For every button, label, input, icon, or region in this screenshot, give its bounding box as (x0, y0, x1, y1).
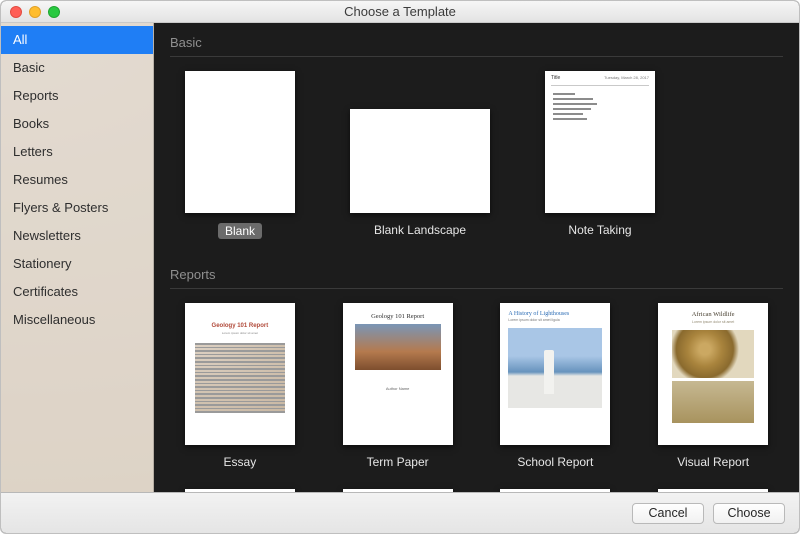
template-label: Term Paper (367, 455, 429, 469)
thumb-sub: Lorem ipsum dolor sit amet (658, 320, 768, 324)
template-peek[interactable] (342, 489, 454, 492)
section-header-basic: Basic (154, 23, 799, 56)
cancel-button[interactable]: Cancel (632, 503, 704, 524)
footer-bar: Cancel Choose (1, 492, 799, 533)
template-label: Essay (224, 455, 257, 469)
sidebar-item-newsletters[interactable]: Newsletters (1, 222, 153, 250)
template-visual-report[interactable]: African Wildlife Lorem ipsum dolor sit a… (657, 303, 769, 469)
thumb-title: Geology 101 Report (185, 323, 295, 329)
thumb-image (672, 381, 754, 423)
thumb-title: A History of Lighthouses (508, 311, 610, 317)
thumb-title: African Wildlife (658, 311, 768, 318)
choose-button[interactable]: Choose (713, 503, 785, 524)
sidebar-item-stationery[interactable]: Stationery (1, 250, 153, 278)
sidebar-item-certificates[interactable]: Certificates (1, 278, 153, 306)
template-blank[interactable]: Blank (184, 71, 296, 239)
section-header-reports: Reports (154, 255, 799, 288)
thumbnail (658, 489, 768, 492)
sidebar-item-reports[interactable]: Reports (1, 82, 153, 110)
sidebar-item-all[interactable]: All (1, 26, 153, 54)
template-label: Blank (218, 223, 262, 239)
template-chooser-window: Choose a Template All Basic Reports Book… (0, 0, 800, 534)
template-peek[interactable] (184, 489, 296, 492)
grid-basic: Blank Blank Landscape Title Tuesday, Mar… (154, 71, 799, 255)
divider (170, 288, 783, 289)
template-peek[interactable] (500, 489, 612, 492)
window-body: All Basic Reports Books Letters Resumes … (1, 23, 799, 492)
sidebar-item-basic[interactable]: Basic (1, 54, 153, 82)
category-sidebar: All Basic Reports Books Letters Resumes … (1, 23, 154, 492)
template-essay[interactable]: Geology 101 Report Lorem ipsum dolor sit… (184, 303, 296, 469)
thumb-lines (553, 93, 597, 120)
template-label: School Report (517, 455, 593, 469)
thumb-author: Author Name (343, 386, 453, 391)
divider (170, 56, 783, 57)
sidebar-item-books[interactable]: Books (1, 110, 153, 138)
titlebar: Choose a Template (1, 1, 799, 23)
template-term-paper[interactable]: Geology 101 Report Author Name Term Pape… (342, 303, 454, 469)
template-school-report[interactable]: A History of Lighthouses Lorem ipsum dol… (500, 303, 612, 469)
template-label: Note Taking (568, 223, 631, 237)
grid-reports: Geology 101 Report Lorem ipsum dolor sit… (154, 303, 799, 485)
thumbnail: Geology 101 Report Author Name (343, 303, 453, 445)
template-peek[interactable] (657, 489, 769, 492)
sidebar-item-miscellaneous[interactable]: Miscellaneous (1, 306, 153, 334)
thumbnail (343, 489, 453, 492)
thumbnail (350, 109, 490, 213)
thumb-image (508, 328, 602, 408)
thumb-body (195, 343, 285, 413)
thumb-image (355, 324, 441, 370)
thumbnail (185, 489, 295, 492)
sidebar-item-resumes[interactable]: Resumes (1, 166, 153, 194)
template-label: Visual Report (677, 455, 749, 469)
thumb-sub: Lorem ipsum dolor sit amet (185, 331, 295, 335)
template-label: Blank Landscape (374, 223, 466, 237)
sidebar-item-letters[interactable]: Letters (1, 138, 153, 166)
thumb-image (672, 330, 754, 378)
thumb-date: Tuesday, March 28, 2017 (604, 75, 649, 80)
window-title: Choose a Template (1, 4, 799, 19)
thumb-sub: Lorem ipsum dolor sit amet ligula (508, 318, 610, 322)
thumbnail (500, 489, 610, 492)
template-blank-landscape[interactable]: Blank Landscape (350, 71, 490, 239)
thumbnail: Geology 101 Report Lorem ipsum dolor sit… (185, 303, 295, 445)
sidebar-item-flyers-posters[interactable]: Flyers & Posters (1, 194, 153, 222)
thumbnail (185, 71, 295, 213)
thumb-title: Title (551, 75, 560, 81)
thumb-title: Geology 101 Report (343, 313, 453, 320)
thumbnail: Title Tuesday, March 28, 2017 (545, 71, 655, 213)
thumbnail: A History of Lighthouses Lorem ipsum dol… (500, 303, 610, 445)
thumbnail: African Wildlife Lorem ipsum dolor sit a… (658, 303, 768, 445)
template-note-taking[interactable]: Title Tuesday, March 28, 2017 Note Takin… (544, 71, 656, 239)
template-gallery[interactable]: Basic Blank Blank Landscape Title Tuesda… (154, 23, 799, 492)
